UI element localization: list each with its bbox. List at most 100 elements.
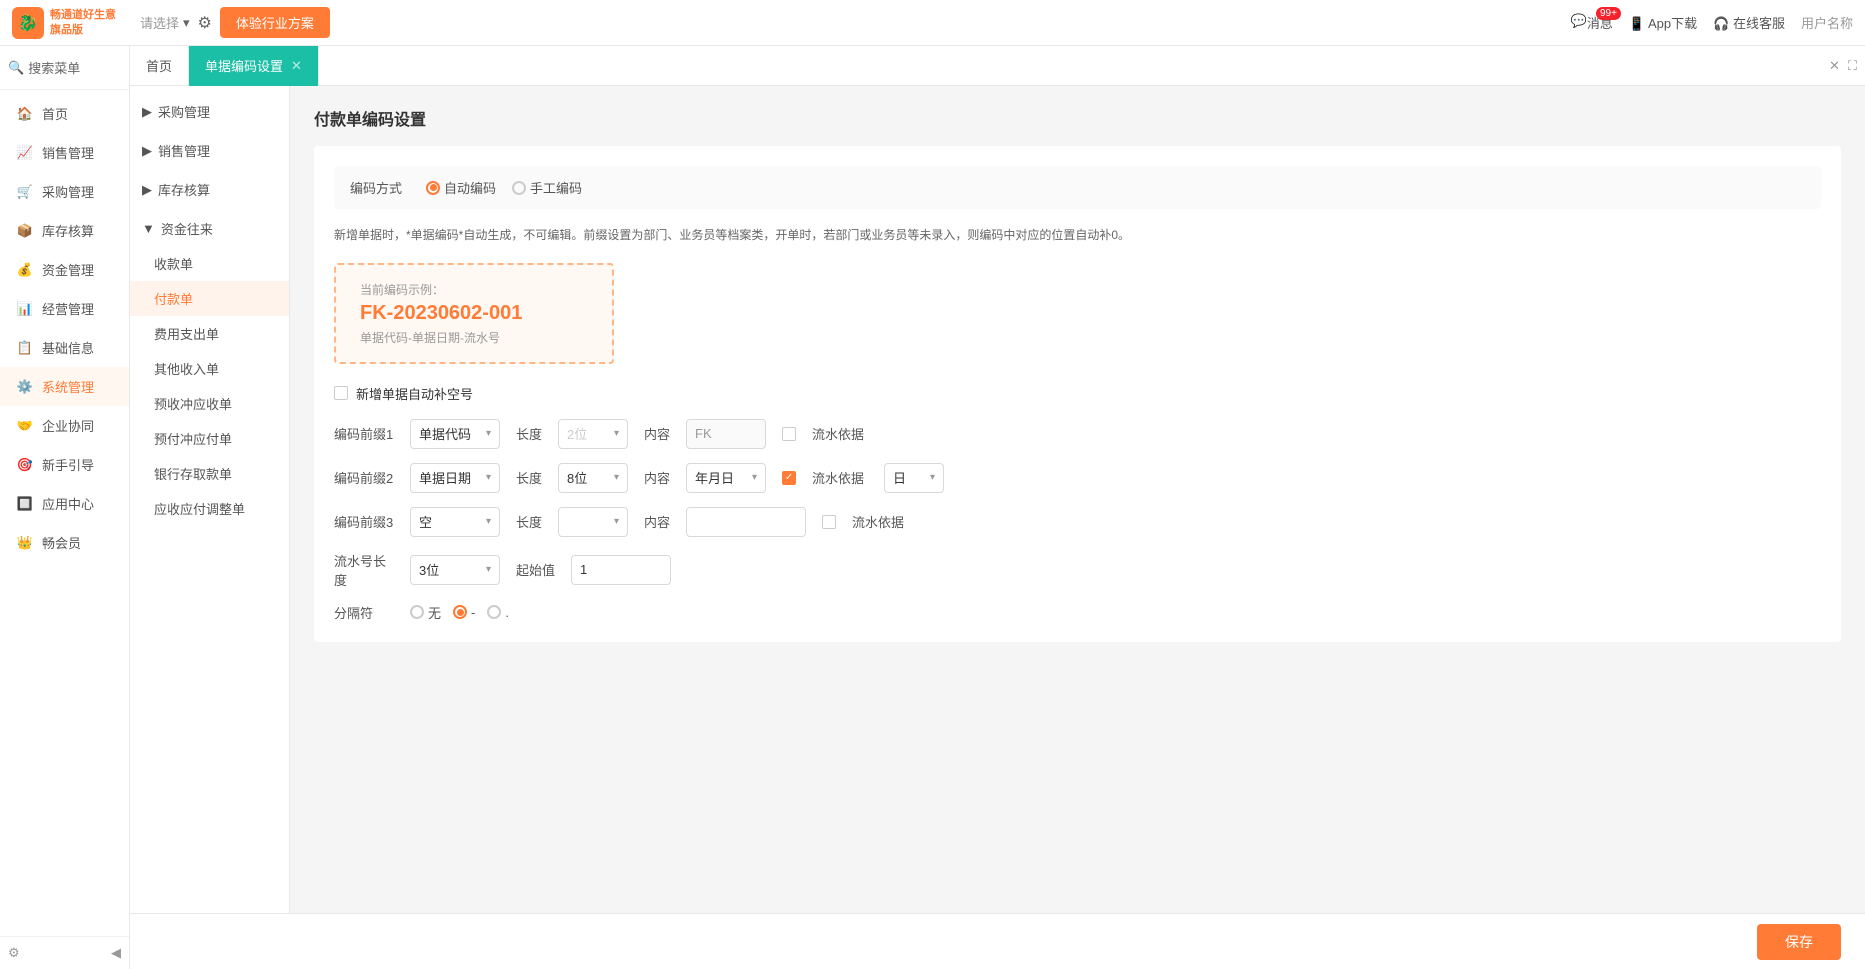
prefix2-content-select[interactable]: 年月日 ▾	[686, 463, 766, 493]
prefix2-serial-unit-select[interactable]: 日 ▾	[884, 463, 944, 493]
auto-fill-row: 新增单据自动补空号	[334, 384, 1821, 403]
online-service-btn[interactable]: 🎧 在线客服	[1713, 13, 1785, 32]
serial-length-label: 流水号长度	[334, 551, 394, 589]
info-text: 新增单据时，*单据编码*自动生成，不可编辑。前缀设置为部门、业务员等档案类，开单…	[334, 225, 1821, 247]
enterprise-icon: 🤝	[16, 417, 34, 435]
start-value-input[interactable]	[571, 555, 671, 585]
guide-icon: 🎯	[16, 456, 34, 474]
gear-icon[interactable]: ⚙	[198, 13, 212, 33]
prefix3-length-label: 长度	[516, 512, 542, 531]
prefix2-length-select[interactable]: 8位 ▾	[558, 463, 628, 493]
member-icon: 👑	[16, 534, 34, 552]
sidebar-item-basic[interactable]: 📋 基础信息	[0, 328, 129, 367]
separator-options: 无 - .	[410, 603, 509, 622]
sub-item-receipt[interactable]: 收款单	[130, 246, 289, 281]
system-icon: ⚙️	[16, 378, 34, 396]
sub-group-inventory-title[interactable]: ▶ 库存核算	[130, 172, 289, 207]
download-icon: 📱	[1629, 16, 1645, 31]
search-icon: 🔍	[8, 60, 24, 76]
prefix3-serial-label: 流水依据	[852, 512, 904, 531]
main-layout: 🔍 搜索菜单 🏠 首页 📈 销售管理 🛒 采购管理 📦 库存核算 💰	[0, 46, 1865, 969]
preview-code: FK-20230602-001	[360, 302, 588, 325]
sub-group-sales: ▶ 销售管理	[130, 133, 289, 168]
prefix2-serial-label: 流水依据	[812, 468, 864, 487]
prefix2-label: 编码前缀2	[334, 468, 394, 487]
serial-length-select[interactable]: 3位 ▾	[410, 555, 500, 585]
sidebar-item-member[interactable]: 👑 畅会员	[0, 523, 129, 562]
separator-none-radio[interactable]: 无	[410, 603, 441, 622]
sidebar-item-inventory[interactable]: 📦 库存核算	[0, 211, 129, 250]
serial-row: 流水号长度 3位 ▾ 起始值	[334, 551, 1821, 589]
separator-row: 分隔符 无 - .	[334, 603, 1821, 622]
sub-item-other-income[interactable]: 其他收入单	[130, 351, 289, 386]
topbar-right: 💬 消息 99+ 📱 App下载 🎧 在线客服 用户名称	[1571, 13, 1853, 32]
prefix1-serial-checkbox[interactable]	[782, 427, 796, 441]
search-menu-btn[interactable]: 🔍 搜索菜单	[8, 54, 121, 81]
sidebar: 🔍 搜索菜单 🏠 首页 📈 销售管理 🛒 采购管理 📦 库存核算 💰	[0, 46, 130, 969]
save-button[interactable]: 保存	[1757, 924, 1841, 960]
separator-dot-circle	[487, 605, 501, 619]
prefix2-serial-checkbox[interactable]	[782, 471, 796, 485]
sub-item-expense[interactable]: 费用支出单	[130, 316, 289, 351]
sidebar-search-area: 🔍 搜索菜单	[0, 46, 129, 90]
chevron-down-icon: ▾	[183, 15, 190, 31]
sidebar-item-home[interactable]: 🏠 首页	[0, 94, 129, 133]
separator-dash-circle	[453, 605, 467, 619]
tab-home[interactable]: 首页	[130, 46, 189, 86]
trial-btn[interactable]: 体验行业方案	[220, 7, 330, 38]
separator-dot-radio[interactable]: .	[487, 605, 509, 620]
home-icon: 🏠	[16, 105, 34, 123]
sidebar-nav: 🏠 首页 📈 销售管理 🛒 采购管理 📦 库存核算 💰 资金管理 📊 经	[0, 90, 129, 936]
company-select[interactable]: 请选择 ▾	[140, 13, 190, 32]
sidebar-item-purchase[interactable]: 🛒 采购管理	[0, 172, 129, 211]
prefix1-content-label: 内容	[644, 424, 670, 443]
logo-icon: 🐉	[12, 7, 44, 39]
prefix1-length-select[interactable]: 2位 ▾	[558, 419, 628, 449]
sidebar-item-apps[interactable]: 🔲 应用中心	[0, 484, 129, 523]
inner-layout: ▶ 采购管理 ▶ 销售管理 ▶ 库存核算	[130, 86, 1865, 913]
sidebar-item-sales[interactable]: 📈 销售管理	[0, 133, 129, 172]
prefix3-chevron-icon: ▾	[486, 516, 491, 527]
sidebar-item-operations[interactable]: 📊 经营管理	[0, 289, 129, 328]
tab-expand-icon[interactable]: ⛶	[1848, 58, 1857, 74]
prefix1-select[interactable]: 单据代码 ▾	[410, 419, 500, 449]
collapse-icon[interactable]: ◀	[111, 945, 121, 961]
content-area: 首页 单据编码设置 ✕ ✕ ⛶ ▶ 采购管理	[130, 46, 1865, 969]
prefix3-length-chevron-icon: ▾	[614, 516, 619, 527]
tab-serial-settings[interactable]: 单据编码设置 ✕	[189, 46, 319, 86]
prefix3-length-select[interactable]: ▾	[558, 507, 628, 537]
separator-dash-radio[interactable]: -	[453, 605, 475, 620]
prefix3-serial-checkbox[interactable]	[822, 515, 836, 529]
topbar: 🐉 畅通道好生意 旗品版 请选择 ▾ ⚙ 体验行业方案 💬 消息 99+ 📱 A…	[0, 0, 1865, 46]
tab-close-icon[interactable]: ✕	[291, 58, 302, 74]
sidebar-item-system[interactable]: ⚙️ 系统管理	[0, 367, 129, 406]
sub-item-bank-deposit[interactable]: 银行存取款单	[130, 456, 289, 491]
app-download-btn[interactable]: 📱 App下载	[1629, 13, 1697, 32]
prefix1-content-input	[686, 419, 766, 449]
sidebar-item-finance[interactable]: 💰 资金管理	[0, 250, 129, 289]
sidebar-item-guide[interactable]: 🎯 新手引导	[0, 445, 129, 484]
sub-item-receivable-adjust[interactable]: 应收应付调整单	[130, 491, 289, 526]
chevron-right-icon3: ▶	[142, 182, 152, 198]
sub-item-payment[interactable]: 付款单	[130, 281, 289, 316]
serial-length-chevron-icon: ▾	[486, 564, 491, 575]
prefix2-select[interactable]: 单据日期 ▾	[410, 463, 500, 493]
prefix1-chevron-icon: ▾	[486, 428, 491, 439]
settings-icon[interactable]: ⚙	[8, 945, 20, 961]
sub-item-advance-payable[interactable]: 预付冲应付单	[130, 421, 289, 456]
sub-group-sales-title[interactable]: ▶ 销售管理	[130, 133, 289, 168]
auto-encode-radio[interactable]: 自动编码	[426, 178, 496, 197]
auto-fill-label: 新增单据自动补空号	[356, 384, 473, 403]
prefix3-content-input[interactable]	[686, 507, 806, 537]
manual-encode-radio[interactable]: 手工编码	[512, 178, 582, 197]
sub-item-advance-receivable[interactable]: 预收冲应收单	[130, 386, 289, 421]
sidebar-item-enterprise[interactable]: 🤝 企业协同	[0, 406, 129, 445]
auto-fill-checkbox[interactable]	[334, 386, 348, 400]
sub-group-purchase-title[interactable]: ▶ 采购管理	[130, 94, 289, 129]
tab-close-all-icon[interactable]: ✕	[1829, 58, 1840, 74]
user-name[interactable]: 用户名称	[1801, 13, 1853, 32]
sub-group-capital-title[interactable]: ▼ 资金往来	[130, 211, 289, 246]
message-btn[interactable]: 💬 消息 99+	[1571, 13, 1613, 32]
prefix3-select[interactable]: 空 ▾	[410, 507, 500, 537]
company-name: 请选择	[140, 13, 179, 32]
